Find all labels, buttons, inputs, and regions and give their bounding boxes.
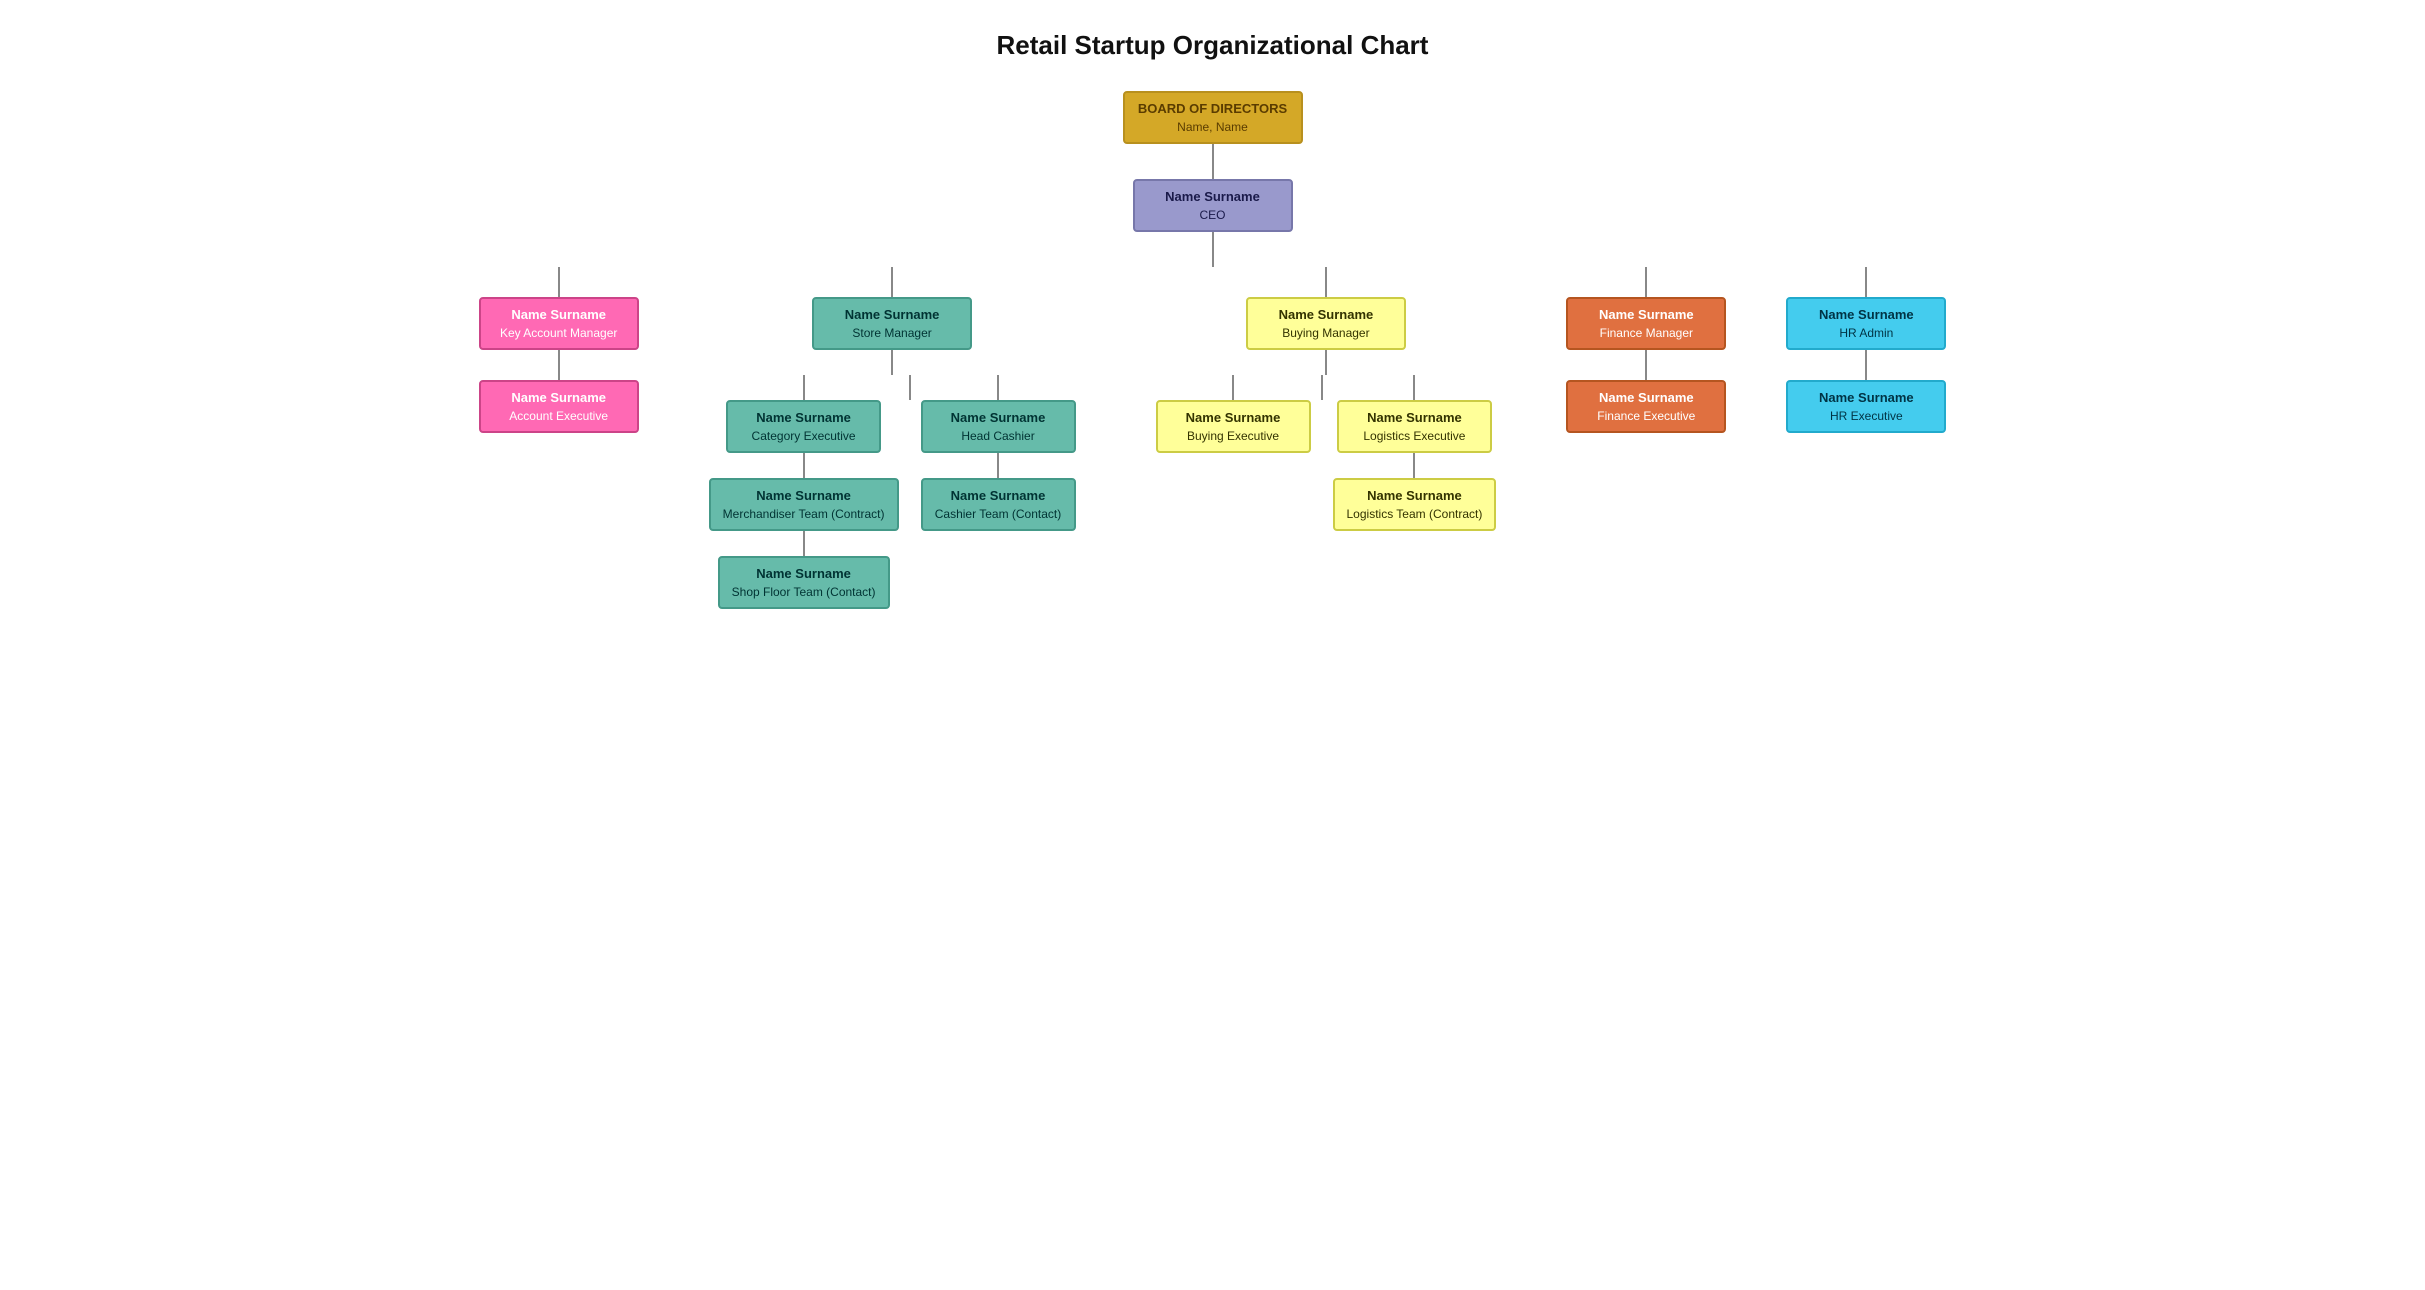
mt-name: Name Surname — [756, 488, 851, 503]
hc-name: Name Surname — [951, 410, 1046, 425]
kam-name: Name Surname — [511, 307, 606, 322]
le-role: Logistics Executive — [1363, 429, 1465, 443]
fm-node: Name Surname Finance Manager — [1566, 297, 1726, 350]
board-role: Name, Name — [1177, 120, 1248, 134]
le-name: Name Surname — [1367, 410, 1462, 425]
sft-role: Shop Floor Team (Contact) — [732, 585, 876, 599]
org-chart: BOARD OF DIRECTORS Name, Name Name Surna… — [10, 91, 2415, 609]
hre-name: Name Surname — [1819, 390, 1914, 405]
ceo-role: CEO — [1199, 208, 1225, 222]
ce-role: Category Executive — [752, 429, 856, 443]
kam-node: Name Surname Key Account Manager — [479, 297, 639, 350]
bm-name: Name Surname — [1279, 307, 1374, 322]
ce-name: Name Surname — [756, 410, 851, 425]
ae-node: Name Surname Account Executive — [479, 380, 639, 433]
hc-node: Name Surname Head Cashier — [921, 400, 1076, 453]
fm-name: Name Surname — [1599, 307, 1694, 322]
board-node: BOARD OF DIRECTORS Name, Name — [1123, 91, 1303, 144]
hre-node: Name Surname HR Executive — [1786, 380, 1946, 433]
chart-title: Retail Startup Organizational Chart — [10, 30, 2415, 61]
ceo-name: Name Surname — [1165, 189, 1260, 204]
be-role: Buying Executive — [1187, 429, 1279, 443]
hc-role: Head Cashier — [961, 429, 1034, 443]
hr-role: HR Admin — [1839, 326, 1893, 340]
ae-role: Account Executive — [509, 409, 608, 423]
sft-name: Name Surname — [756, 566, 851, 581]
hre-role: HR Executive — [1830, 409, 1903, 423]
fe-node: Name Surname Finance Executive — [1566, 380, 1726, 433]
ceo-node: Name Surname CEO — [1133, 179, 1293, 232]
bm-role: Buying Manager — [1282, 326, 1369, 340]
kam-role: Key Account Manager — [500, 326, 617, 340]
ce-node: Name Surname Category Executive — [726, 400, 881, 453]
lt-node: Name Surname Logistics Team (Contract) — [1333, 478, 1497, 531]
ct-node: Name Surname Cashier Team (Contact) — [921, 478, 1076, 531]
fe-name: Name Surname — [1599, 390, 1694, 405]
le-node: Name Surname Logistics Executive — [1337, 400, 1492, 453]
mt-role: Merchandiser Team (Contract) — [723, 507, 885, 521]
ct-role: Cashier Team (Contact) — [935, 507, 1062, 521]
fm-role: Finance Manager — [1600, 326, 1693, 340]
be-name: Name Surname — [1186, 410, 1281, 425]
hr-name: Name Surname — [1819, 307, 1914, 322]
sm-name: Name Surname — [845, 307, 940, 322]
ae-name: Name Surname — [511, 390, 606, 405]
lt-name: Name Surname — [1367, 488, 1462, 503]
sft-node: Name Surname Shop Floor Team (Contact) — [718, 556, 890, 609]
mt-node: Name Surname Merchandiser Team (Contract… — [709, 478, 899, 531]
sm-role: Store Manager — [852, 326, 931, 340]
be-node: Name Surname Buying Executive — [1156, 400, 1311, 453]
ct-name: Name Surname — [951, 488, 1046, 503]
bm-node: Name Surname Buying Manager — [1246, 297, 1406, 350]
lt-role: Logistics Team (Contract) — [1347, 507, 1483, 521]
hr-node: Name Surname HR Admin — [1786, 297, 1946, 350]
sm-node: Name Surname Store Manager — [812, 297, 972, 350]
board-name: BOARD OF DIRECTORS — [1138, 101, 1287, 116]
fe-role: Finance Executive — [1597, 409, 1695, 423]
